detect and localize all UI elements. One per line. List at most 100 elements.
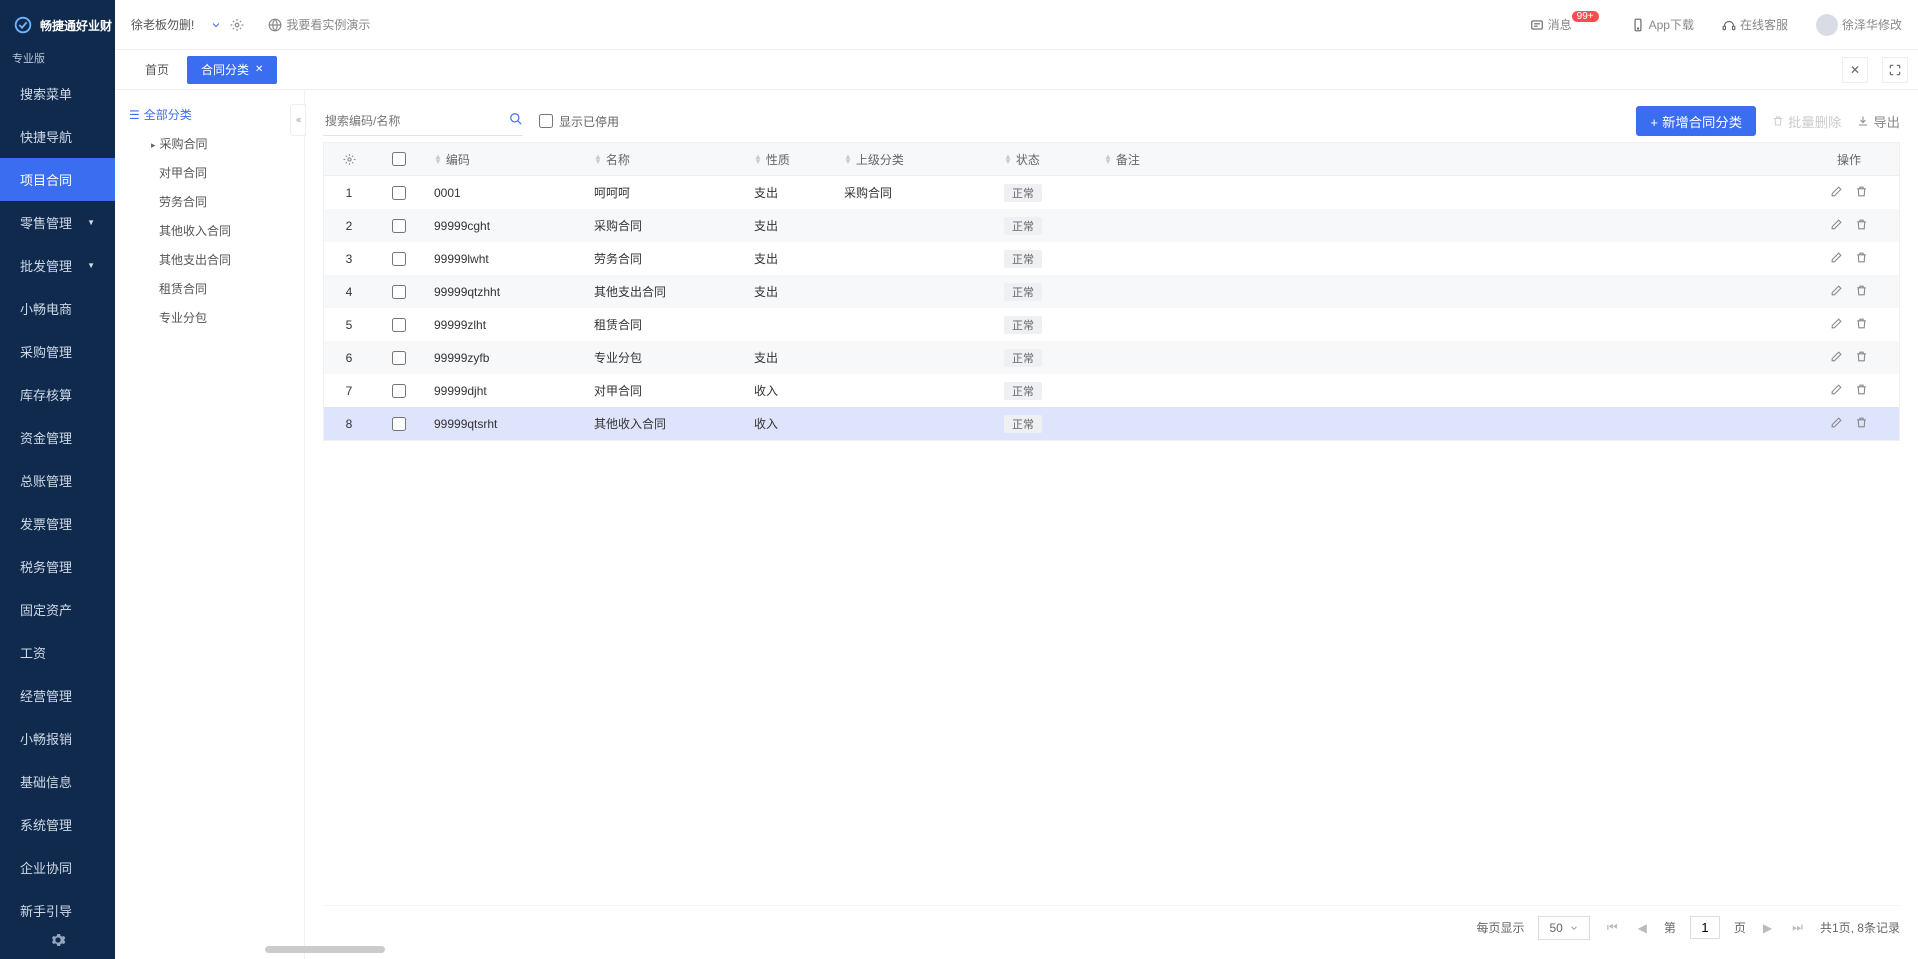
menu-item[interactable]: 经营管理 (0, 674, 115, 717)
tree-node-parent[interactable]: 采购合同 (129, 129, 304, 158)
table-row[interactable]: 10001呵呵呵支出采购合同正常 (324, 176, 1899, 209)
table-row[interactable]: 599999zlht租赁合同正常 (324, 308, 1899, 341)
col-name[interactable]: ▲▼名称 (584, 151, 744, 168)
row-select[interactable] (374, 219, 424, 233)
col-remark[interactable]: ▲▼备注 (1094, 151, 1799, 168)
tree-leaf[interactable]: 其他支出合同 (129, 245, 304, 274)
row-select[interactable] (374, 384, 424, 398)
row-checkbox[interactable] (392, 219, 406, 233)
tree-leaf[interactable]: 其他收入合同 (129, 216, 304, 245)
col-status[interactable]: ▲▼状态 (994, 151, 1094, 168)
menu-item[interactable]: 小畅电商 (0, 287, 115, 330)
customer-service-link[interactable]: 在线客服 (1722, 16, 1788, 33)
batch-delete-button[interactable]: 批量删除 (1772, 112, 1841, 131)
delete-icon[interactable] (1855, 251, 1868, 267)
page-last-button[interactable]: ⏭ (1789, 920, 1806, 935)
context-dropdown[interactable] (210, 19, 222, 31)
tab-contract-category[interactable]: 合同分类 ✕ (187, 56, 277, 84)
menu-item[interactable]: 固定资产 (0, 588, 115, 631)
table-row[interactable]: 699999zyfb专业分包支出正常 (324, 341, 1899, 374)
tree-leaf[interactable]: 劳务合同 (129, 187, 304, 216)
col-code[interactable]: ▲▼编码 (424, 151, 584, 168)
table-row[interactable]: 799999djht对甲合同收入正常 (324, 374, 1899, 407)
menu-item[interactable]: 项目合同 (0, 158, 115, 201)
row-checkbox[interactable] (392, 318, 406, 332)
row-select[interactable] (374, 318, 424, 332)
table-row[interactable]: 299999cght采购合同支出正常 (324, 209, 1899, 242)
show-disabled-toggle[interactable]: 显示已停用 (539, 113, 619, 130)
close-all-tabs-button[interactable]: ✕ (1842, 57, 1868, 83)
col-parent[interactable]: ▲▼上级分类 (834, 151, 994, 168)
menu-item[interactable]: 库存核算 (0, 373, 115, 416)
menu-item[interactable]: 资金管理 (0, 416, 115, 459)
sidebar-settings[interactable] (0, 923, 115, 959)
edit-icon[interactable] (1830, 251, 1843, 267)
delete-icon[interactable] (1855, 416, 1868, 432)
close-icon[interactable]: ✕ (255, 56, 263, 84)
table-row[interactable]: 899999qtsrht其他收入合同收入正常 (324, 407, 1899, 440)
edit-icon[interactable] (1830, 185, 1843, 201)
menu-item[interactable]: 采购管理 (0, 330, 115, 373)
menu-item[interactable]: 批发管理▼ (0, 244, 115, 287)
edit-icon[interactable] (1830, 218, 1843, 234)
row-select[interactable] (374, 417, 424, 431)
delete-icon[interactable] (1855, 218, 1868, 234)
menu-item[interactable]: 企业协同 (0, 846, 115, 889)
edit-icon[interactable] (1830, 383, 1843, 399)
edit-icon[interactable] (1830, 416, 1843, 432)
select-all-checkbox[interactable] (392, 152, 406, 166)
row-checkbox[interactable] (392, 186, 406, 200)
tree-leaf[interactable]: 对甲合同 (129, 158, 304, 187)
delete-icon[interactable] (1855, 383, 1868, 399)
context-settings-icon[interactable] (230, 18, 244, 32)
tab-home[interactable]: 首页 (131, 56, 183, 84)
row-checkbox[interactable] (392, 417, 406, 431)
menu-item[interactable]: 发票管理 (0, 502, 115, 545)
table-row[interactable]: 399999lwht劳务合同支出正常 (324, 242, 1899, 275)
settings-column-header[interactable] (324, 153, 374, 166)
row-select[interactable] (374, 351, 424, 365)
collapse-tree-button[interactable] (290, 104, 306, 136)
per-page-select[interactable]: 50 (1538, 916, 1589, 940)
app-download-link[interactable]: App下载 (1631, 16, 1694, 33)
col-nature[interactable]: ▲▼性质 (744, 151, 834, 168)
select-all-header[interactable] (374, 152, 424, 166)
page-input[interactable] (1690, 916, 1720, 939)
menu-item[interactable]: 快捷导航 (0, 115, 115, 158)
menu-item[interactable]: 基础信息 (0, 760, 115, 803)
menu-item[interactable]: 新手引导 (0, 889, 115, 923)
menu-item[interactable]: 搜索菜单 (0, 72, 115, 115)
tree-leaf[interactable]: 租赁合同 (129, 274, 304, 303)
row-checkbox[interactable] (392, 351, 406, 365)
delete-icon[interactable] (1855, 284, 1868, 300)
menu-item[interactable]: 工资 (0, 631, 115, 674)
edit-icon[interactable] (1830, 284, 1843, 300)
tree-scrollbar[interactable] (265, 946, 385, 953)
user-menu[interactable]: 徐泽华修改 (1816, 14, 1902, 36)
add-category-button[interactable]: +新增合同分类 (1636, 106, 1756, 136)
delete-icon[interactable] (1855, 317, 1868, 333)
row-checkbox[interactable] (392, 384, 406, 398)
export-button[interactable]: 导出 (1857, 112, 1900, 131)
row-checkbox[interactable] (392, 285, 406, 299)
tree-all-categories[interactable]: ☰ 全部分类 (129, 100, 304, 129)
row-select[interactable] (374, 252, 424, 266)
messages-link[interactable]: 消息 99+ (1530, 16, 1603, 33)
edit-icon[interactable] (1830, 350, 1843, 366)
tree-leaf[interactable]: 专业分包 (129, 303, 304, 332)
menu-item[interactable]: 零售管理▼ (0, 201, 115, 244)
delete-icon[interactable] (1855, 185, 1868, 201)
row-select[interactable] (374, 186, 424, 200)
show-disabled-checkbox[interactable] (539, 114, 553, 128)
menu-item[interactable]: 小畅报销 (0, 717, 115, 760)
demo-link[interactable]: 我要看实例演示 (268, 16, 370, 33)
page-first-button[interactable]: ⏮ (1604, 920, 1621, 935)
menu-item[interactable]: 系统管理 (0, 803, 115, 846)
table-row[interactable]: 499999qtzhht其他支出合同支出正常 (324, 275, 1899, 308)
page-prev-button[interactable]: ◀ (1635, 921, 1650, 935)
search-input[interactable] (323, 110, 509, 132)
fullscreen-button[interactable] (1882, 57, 1908, 83)
row-select[interactable] (374, 285, 424, 299)
menu-item[interactable]: 总账管理 (0, 459, 115, 502)
delete-icon[interactable] (1855, 350, 1868, 366)
